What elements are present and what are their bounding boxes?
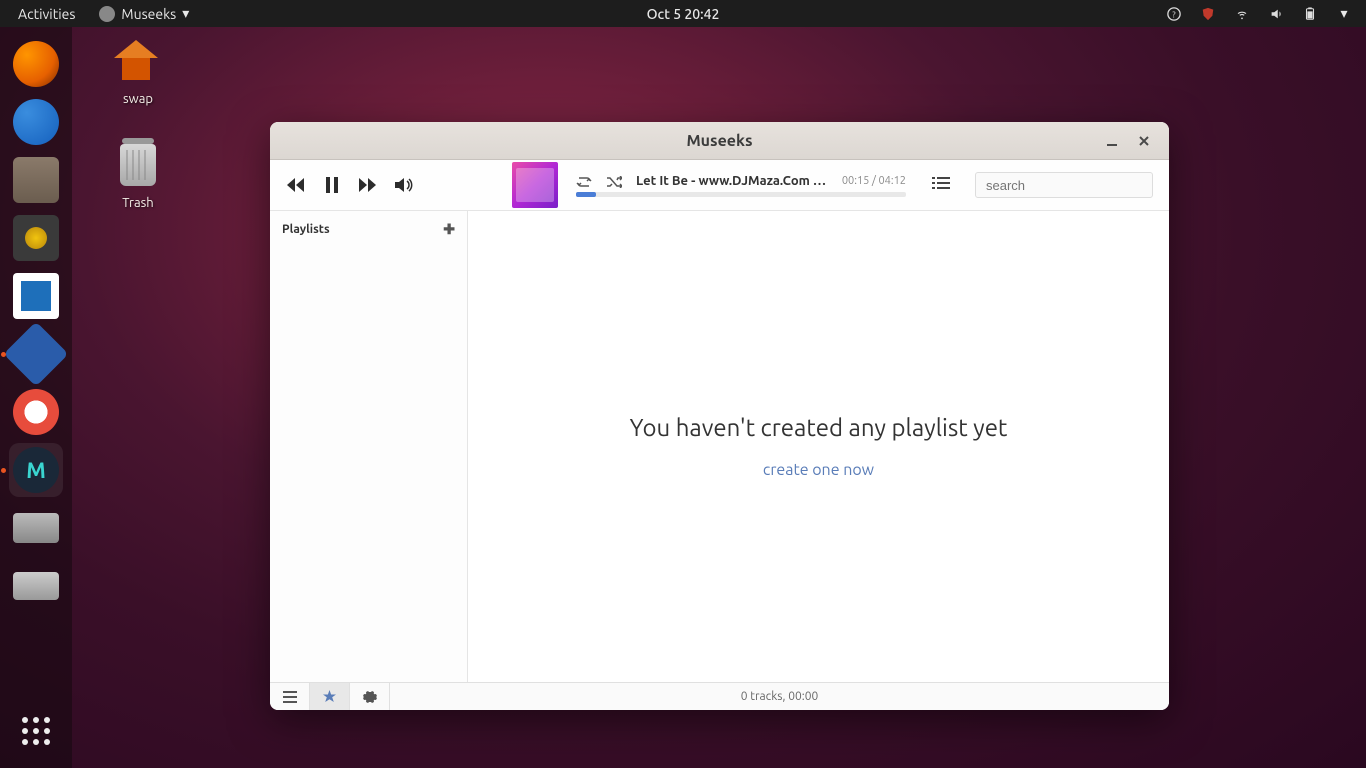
gnome-topbar: Activities Museeks ▾ Oct 5 20:42 ? ▾: [0, 0, 1366, 27]
window-title: Museeks: [686, 132, 752, 150]
queue-button[interactable]: [932, 176, 954, 194]
minimize-button[interactable]: [1103, 132, 1121, 150]
settings-tab[interactable]: [350, 683, 390, 710]
dock-museeks[interactable]: M: [9, 443, 63, 497]
add-playlist-button[interactable]: ✚: [443, 221, 455, 238]
app-menu-label: Museeks: [121, 6, 176, 22]
app-menu[interactable]: Museeks ▾: [99, 5, 189, 22]
album-art[interactable]: [512, 162, 558, 208]
dock-rhythmbox[interactable]: [9, 211, 63, 265]
battery-icon[interactable]: [1302, 6, 1318, 22]
power-chevron-icon[interactable]: ▾: [1336, 6, 1352, 22]
dock-help[interactable]: [9, 385, 63, 439]
previous-button[interactable]: [286, 175, 306, 195]
dock-thunderbird[interactable]: [9, 95, 63, 149]
player-header: Let It Be - www.DJMaza.Com … 00:15 / 04:…: [270, 160, 1169, 210]
desktop-icon-swap[interactable]: swap: [98, 40, 178, 106]
create-playlist-link[interactable]: create one now: [763, 461, 874, 479]
close-button[interactable]: [1135, 132, 1153, 150]
repeat-button[interactable]: [576, 174, 594, 188]
shield-icon[interactable]: [1200, 6, 1216, 22]
footer: 0 tracks, 00:00: [270, 682, 1169, 710]
desktop-icon-trash[interactable]: Trash: [98, 144, 178, 210]
volume-button[interactable]: [394, 175, 414, 195]
help-icon[interactable]: ?: [1166, 6, 1182, 22]
footer-status: 0 tracks, 00:00: [390, 690, 1169, 703]
chevron-down-icon: ▾: [182, 5, 189, 22]
titlebar[interactable]: Museeks: [270, 122, 1169, 160]
volume-icon[interactable]: [1268, 6, 1284, 22]
sidebar: Playlists ✚: [270, 211, 468, 682]
progress-fill: [576, 192, 596, 197]
playlists-tab[interactable]: [310, 683, 350, 710]
dock-firefox[interactable]: [9, 37, 63, 91]
wifi-icon[interactable]: [1234, 6, 1250, 22]
pause-button[interactable]: [322, 175, 342, 195]
desktop-icon-label: swap: [98, 92, 178, 106]
sidebar-heading: Playlists: [282, 223, 330, 236]
track-title: Let It Be - www.DJMaza.Com …: [636, 174, 830, 188]
shuffle-button[interactable]: [606, 174, 624, 188]
dock: M: [0, 27, 72, 768]
track-time: 00:15 / 04:12: [842, 175, 906, 187]
dock-drive2[interactable]: [9, 559, 63, 613]
clock[interactable]: Oct 5 20:42: [647, 6, 720, 22]
next-button[interactable]: [358, 175, 378, 195]
search-input[interactable]: [975, 172, 1153, 198]
museeks-window: Museeks Let It Be - www.DJMaza.Com … 00:…: [270, 122, 1169, 710]
dock-files[interactable]: [9, 153, 63, 207]
dock-show-apps[interactable]: [9, 704, 63, 758]
main-area: You haven't created any playlist yet cre…: [468, 211, 1169, 682]
empty-message: You haven't created any playlist yet: [630, 414, 1008, 441]
dock-drive1[interactable]: [9, 501, 63, 555]
activities-button[interactable]: Activities: [12, 2, 81, 26]
museeks-menu-icon: [99, 6, 115, 22]
library-tab[interactable]: [270, 683, 310, 710]
dock-settings[interactable]: [9, 327, 63, 381]
svg-text:?: ?: [1172, 9, 1176, 19]
dock-writer[interactable]: [9, 269, 63, 323]
progress-bar[interactable]: [576, 192, 906, 197]
desktop-icon-label: Trash: [98, 196, 178, 210]
